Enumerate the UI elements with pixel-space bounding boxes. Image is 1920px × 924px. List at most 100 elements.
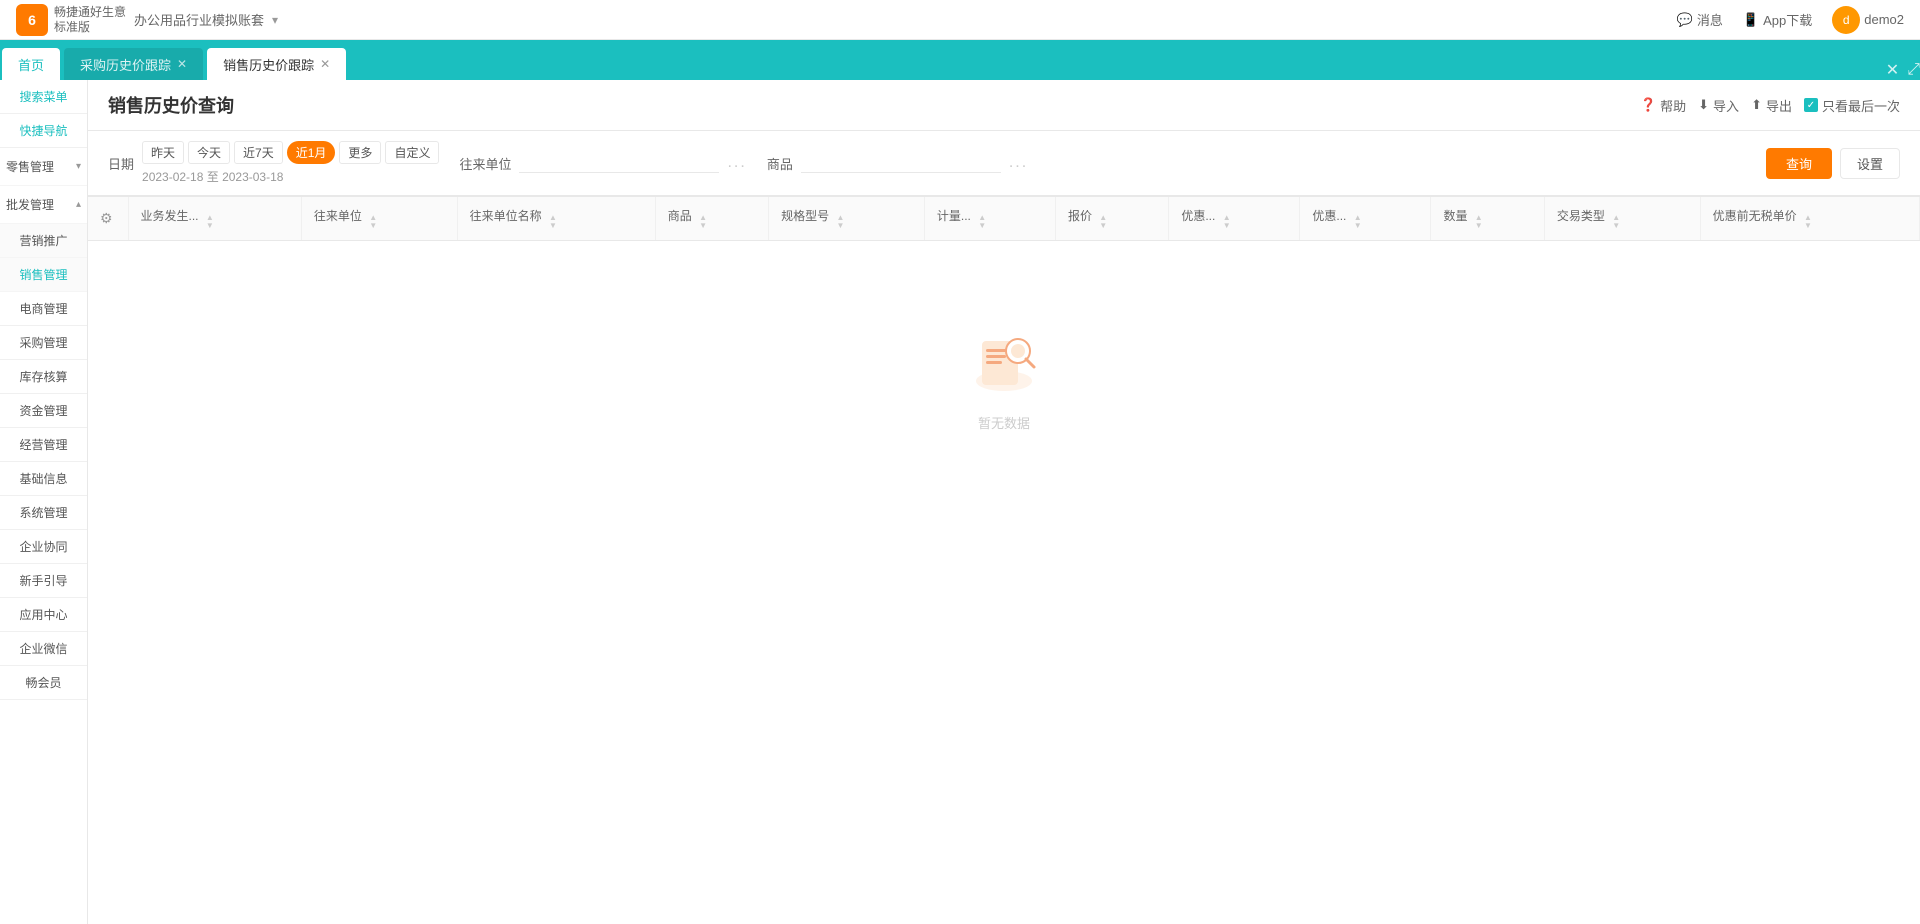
tab-home-label: 首页: [18, 55, 44, 74]
empty-state: 暂无数据: [88, 241, 1920, 512]
tab-purchase-history[interactable]: 采购历史价跟踪 ✕: [64, 48, 203, 80]
date-btn-more[interactable]: 更多: [339, 141, 381, 164]
date-range-text: 2023-02-18 至 2023-03-18: [142, 168, 439, 185]
export-btn[interactable]: ⬆ 导出: [1751, 96, 1792, 115]
counterparty-label: 往来单位: [459, 154, 511, 173]
page-title: 销售历史价查询: [108, 92, 234, 130]
th-trade-type[interactable]: 交易类型 ▲▼: [1544, 197, 1700, 241]
counterparty-input[interactable]: [519, 153, 719, 173]
tab-purchase-close[interactable]: ✕: [177, 57, 187, 71]
page-content: 销售历史价查询 ❓ 帮助 ⬇ 导入 ⬆ 导出 ✓: [88, 80, 1920, 924]
date-btn-today[interactable]: 今天: [188, 141, 230, 164]
th-product[interactable]: 商品 ▲▼: [655, 197, 768, 241]
tab-home[interactable]: 首页: [2, 48, 60, 80]
th-pretax-price[interactable]: 优惠前无税单价 ▲▼: [1700, 197, 1919, 241]
sidebar-item-guide[interactable]: 新手引导: [0, 564, 87, 598]
column-settings-icon[interactable]: ⚙: [100, 210, 113, 226]
app-download-btn[interactable]: 📱 App下载: [1743, 10, 1812, 29]
date-btn-1month[interactable]: 近1月: [287, 141, 336, 164]
user-menu[interactable]: d demo2: [1832, 6, 1904, 34]
page-header-actions: ❓ 帮助 ⬇ 导入 ⬆ 导出 ✓ 只看最后一次: [1640, 96, 1900, 127]
last-only-checkbox-label[interactable]: ✓ 只看最后一次: [1804, 96, 1900, 115]
import-label: 导入: [1713, 96, 1739, 115]
sort-icon: ▲▼: [369, 214, 377, 230]
sort-icon: ▲▼: [837, 214, 845, 230]
export-icon: ⬆: [1751, 97, 1762, 113]
tab-sales-history[interactable]: 销售历史价跟踪 ✕: [207, 48, 346, 80]
sidebar-item-management[interactable]: 经营管理: [0, 428, 87, 462]
product-input[interactable]: [801, 153, 1001, 173]
product-dots-btn[interactable]: ...: [1009, 154, 1028, 172]
th-date[interactable]: 业务发生... ▲▼: [128, 197, 301, 241]
empty-text: 暂无数据: [978, 413, 1030, 432]
sidebar-item-ecommerce[interactable]: 电商管理: [0, 292, 87, 326]
th-settings: ⚙: [88, 197, 128, 241]
date-btn-custom[interactable]: 自定义: [385, 141, 439, 164]
sidebar-item-retail[interactable]: 零售管理 ▾: [0, 148, 87, 186]
top-bar-left: 6 畅捷通好生意 标准版 办公用品行业模拟账套 ▾: [16, 4, 278, 36]
sidebar-item-finance[interactable]: 资金管理: [0, 394, 87, 428]
import-icon: ⬇: [1698, 97, 1709, 113]
product-filter-group: 商品 ...: [767, 153, 1028, 173]
sidebar-item-app-center[interactable]: 应用中心: [0, 598, 87, 632]
date-buttons: 昨天 今天 近7天 近1月 更多 自定义: [142, 141, 439, 164]
sort-icon: ▲▼: [206, 214, 214, 230]
page-header: 销售历史价查询 ❓ 帮助 ⬇ 导入 ⬆ 导出 ✓: [88, 80, 1920, 131]
table-area: ⚙ 业务发生... ▲▼ 往来单位 ▲▼ 往来单位名称 ▲▼: [88, 197, 1920, 924]
th-discount1[interactable]: 优惠... ▲▼: [1169, 197, 1300, 241]
app-download-label: App下载: [1763, 10, 1812, 29]
help-btn[interactable]: ❓ 帮助: [1640, 96, 1686, 115]
window-controls: ✕ ⤢: [1886, 60, 1920, 80]
tab-sales-close[interactable]: ✕: [320, 57, 330, 71]
sidebar-item-wholesale[interactable]: 批发管理 ▴: [0, 186, 87, 224]
th-quote-label: 报价: [1068, 209, 1092, 223]
sidebar-item-inventory[interactable]: 库存核算: [0, 360, 87, 394]
setting-button[interactable]: 设置: [1840, 148, 1900, 179]
th-pretax-price-label: 优惠前无税单价: [1713, 209, 1797, 223]
counterparty-dots-btn[interactable]: ...: [727, 154, 746, 172]
sort-icon: ▲▼: [1354, 214, 1362, 230]
sidebar-item-cooperation[interactable]: 企业协同: [0, 530, 87, 564]
main-area: 搜索菜单 快捷导航 零售管理 ▾ 批发管理 ▴ 营销推广 销售管理 电商管理 采…: [0, 80, 1920, 924]
th-quantity-label: 数量: [1443, 209, 1467, 223]
th-counterparty[interactable]: 往来单位 ▲▼: [301, 197, 457, 241]
maximize-window-btn[interactable]: ⤢: [1907, 61, 1920, 79]
th-unit-label: 计量...: [937, 209, 971, 223]
top-bar: 6 畅捷通好生意 标准版 办公用品行业模拟账套 ▾ 💬 消息 📱 App下载 d…: [0, 0, 1920, 40]
th-spec-label: 规格型号: [781, 209, 829, 223]
app-title: 办公用品行业模拟账套: [134, 10, 264, 29]
top-bar-right: 💬 消息 📱 App下载 d demo2: [1677, 6, 1904, 34]
sidebar-search[interactable]: 搜索菜单: [0, 80, 87, 114]
message-btn[interactable]: 💬 消息: [1677, 10, 1723, 29]
avatar: d: [1832, 6, 1860, 34]
sidebar-quick-nav[interactable]: 快捷导航: [0, 114, 87, 148]
message-icon: 💬: [1677, 12, 1693, 28]
th-discount2[interactable]: 优惠... ▲▼: [1300, 197, 1431, 241]
sidebar: 搜索菜单 快捷导航 零售管理 ▾ 批发管理 ▴ 营销推广 销售管理 电商管理 采…: [0, 80, 88, 924]
table-header: ⚙ 业务发生... ▲▼ 往来单位 ▲▼ 往来单位名称 ▲▼: [88, 197, 1920, 241]
sort-icon: ▲▼: [1612, 214, 1620, 230]
sidebar-item-basic-info[interactable]: 基础信息: [0, 462, 87, 496]
th-unit[interactable]: 计量... ▲▼: [924, 197, 1055, 241]
th-counterparty-name[interactable]: 往来单位名称 ▲▼: [457, 197, 655, 241]
sort-icon: ▲▼: [1223, 214, 1231, 230]
th-counterparty-name-label: 往来单位名称: [470, 209, 542, 223]
th-trade-type-label: 交易类型: [1557, 209, 1605, 223]
query-button[interactable]: 查询: [1766, 148, 1832, 179]
date-btn-7days[interactable]: 近7天: [234, 141, 283, 164]
date-btn-yesterday[interactable]: 昨天: [142, 141, 184, 164]
th-quote[interactable]: 报价 ▲▼: [1055, 197, 1168, 241]
th-quantity[interactable]: 数量 ▲▼: [1431, 197, 1544, 241]
date-filter-group: 日期 昨天 今天 近7天 近1月 更多 自定义 2023-02-18 至 202…: [108, 141, 439, 185]
sidebar-item-wechat[interactable]: 企业微信: [0, 632, 87, 666]
sidebar-item-sales[interactable]: 销售管理: [0, 258, 87, 292]
th-spec[interactable]: 规格型号 ▲▼: [769, 197, 925, 241]
import-btn[interactable]: ⬇ 导入: [1698, 96, 1739, 115]
sidebar-item-marketing[interactable]: 营销推广: [0, 224, 87, 258]
sidebar-item-member[interactable]: 畅会员: [0, 666, 87, 700]
sidebar-item-system[interactable]: 系统管理: [0, 496, 87, 530]
close-window-btn[interactable]: ✕: [1886, 60, 1899, 80]
sidebar-item-purchase[interactable]: 采购管理: [0, 326, 87, 360]
date-label: 日期: [108, 154, 134, 173]
dropdown-arrow[interactable]: ▾: [272, 13, 278, 27]
